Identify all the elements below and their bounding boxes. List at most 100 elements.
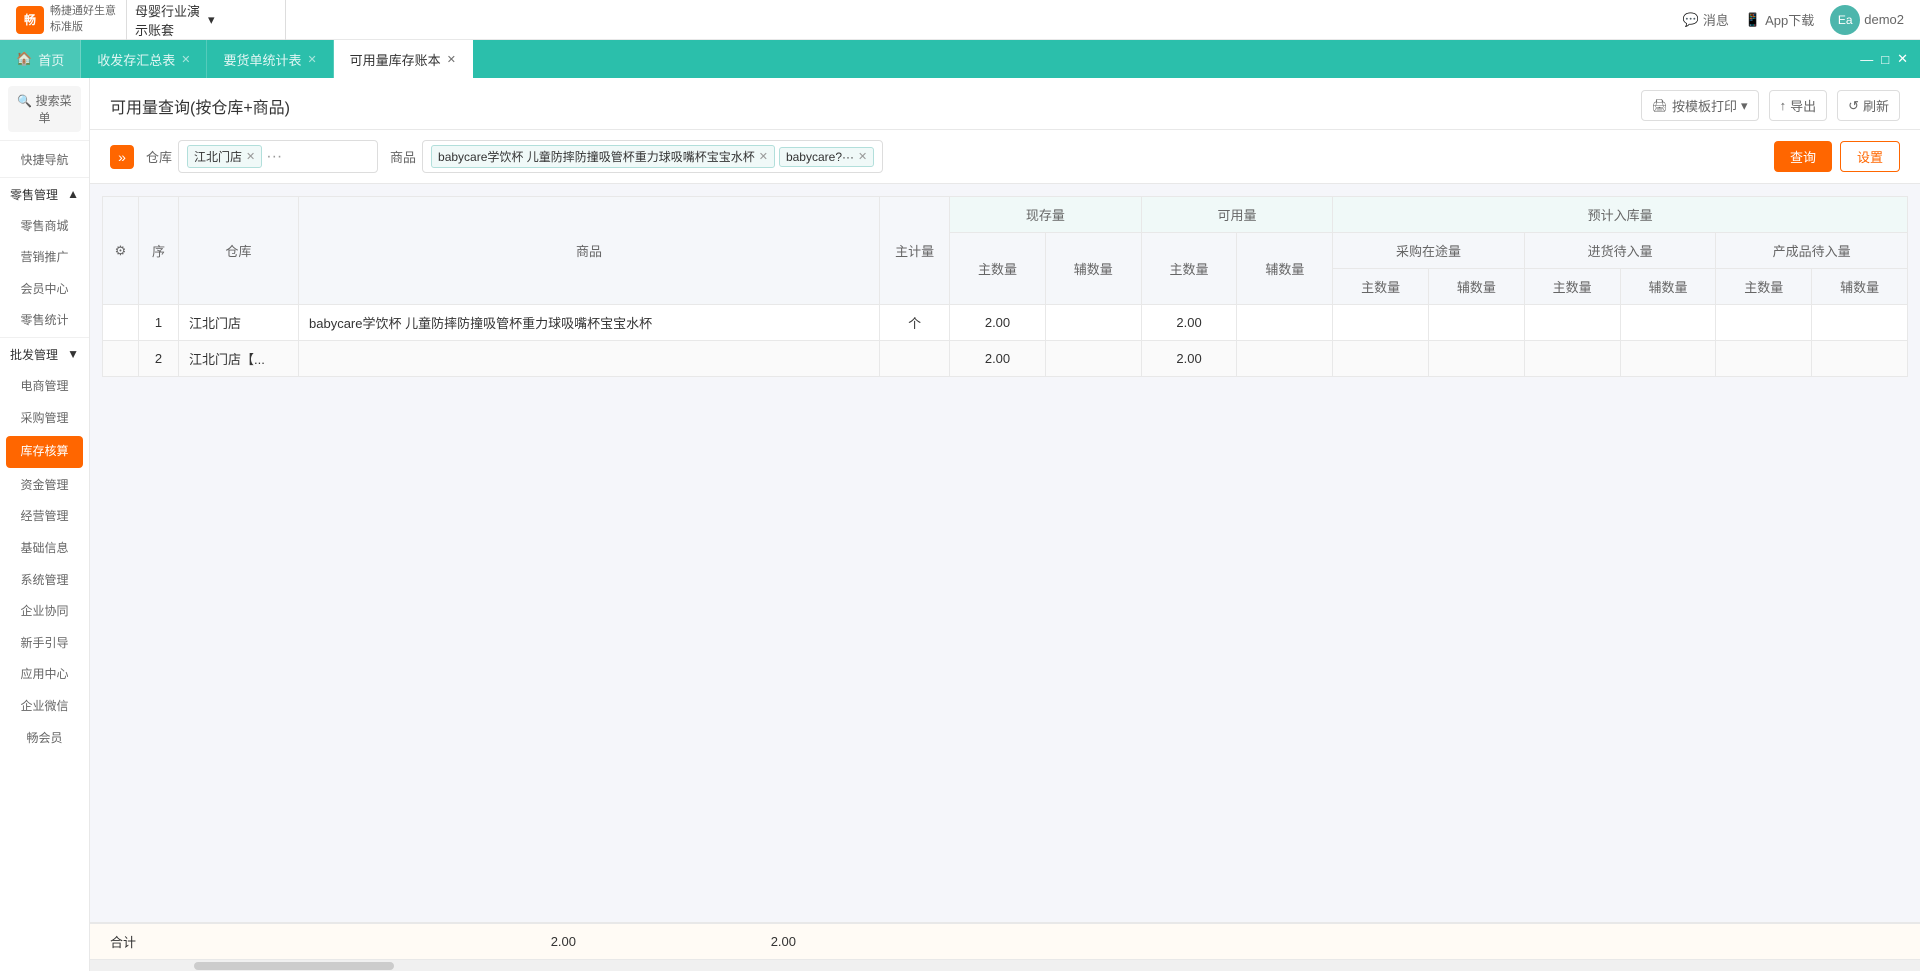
query-btn[interactable]: 查询	[1774, 141, 1832, 172]
table-row: 1 江北门店 babycare学饮杯 儿童防摔防撞吸管杯重力球吸嘴杯宝宝水杯 个…	[103, 305, 1908, 341]
tab-available-stock-label: 可用量库存账本	[350, 50, 441, 69]
tab-available-stock[interactable]: 可用量库存账本 ✕	[334, 40, 473, 78]
filter-actions: 查询 设置	[1774, 141, 1900, 172]
product-tag-2-value: babycare?···	[786, 150, 854, 164]
warehouse-tag: 江北门店 ✕	[187, 145, 262, 168]
col-inbound-aux: 辅数量	[1620, 269, 1716, 305]
product-tag-1: babycare学饮杯 儿童防摔防撞吸管杯重力球吸嘴杯宝宝水杯 ✕	[431, 145, 775, 168]
footer-current-total: 2.00	[476, 934, 576, 949]
chevron-down-icon2: ▼	[67, 347, 79, 361]
logo-area: 畅 畅捷通好生意 标准版	[16, 4, 116, 35]
col-current-main-header: 主数量	[950, 233, 1046, 305]
row1-available-main: 2.00	[1141, 305, 1237, 341]
chevron-down-icon: ▾	[208, 12, 277, 28]
sidebar-item-finance[interactable]: 资金管理	[0, 470, 89, 502]
col-purchase-transit-main: 主数量	[1333, 269, 1429, 305]
product-tag-1-remove[interactable]: ✕	[759, 150, 768, 163]
settings-btn[interactable]: 设置	[1840, 141, 1900, 172]
company-name: 母婴行业演示账套	[135, 1, 204, 39]
table-container: ⚙ 序 仓库 商品 主计量 现存量 可用量 预计入库量 主数量 辅数量 主数量	[90, 184, 1920, 922]
sidebar-item-marketing[interactable]: 营销推广	[0, 242, 89, 274]
top-bar: 畅 畅捷通好生意 标准版 母婴行业演示账套 ▾ 💬 消息 📱 App下载 Ea …	[0, 0, 1920, 40]
sidebar-item-retail-mall[interactable]: 零售商城	[0, 211, 89, 243]
tab-order-stats[interactable]: 要货单统计表 ✕	[207, 40, 333, 78]
scroll-bar-thumb[interactable]	[194, 962, 394, 970]
export-label: 导出	[1790, 96, 1816, 115]
sidebar-nav: 快捷导航 零售管理 ▲ 零售商城 营销推广 会员中心 零售统计 批发管理 ▼ 电…	[0, 141, 89, 758]
app-download-btn[interactable]: 📱 App下载	[1745, 10, 1814, 29]
tab-order-stats-close[interactable]: ✕	[307, 53, 316, 66]
maximize-btn[interactable]: □	[1881, 52, 1889, 67]
search-menu-btn[interactable]: 🔍 搜索菜单	[8, 86, 81, 132]
logo-abbr: 畅	[24, 11, 36, 28]
message-label: 消息	[1703, 10, 1729, 29]
download-icon: 📱	[1745, 12, 1761, 28]
print-btn[interactable]: 🖨 按模板打印 ▾	[1641, 90, 1759, 121]
chevron-up-icon: ▲	[67, 187, 79, 201]
user-name: demo2	[1864, 12, 1904, 27]
row2-settings	[103, 341, 139, 377]
logo-icon: 畅	[16, 6, 44, 34]
sidebar-item-enterprise-wechat[interactable]: 企业微信	[0, 691, 89, 723]
row2-available-main: 2.00	[1141, 341, 1237, 377]
col-forecast-header: 预计入库量	[1333, 197, 1908, 233]
page-header: 可用量查询(按仓库+商品) 🖨 按模板打印 ▾ ↑ 导出 ↺ 刷新	[90, 78, 1920, 130]
sidebar-item-retail-stats[interactable]: 零售统计	[0, 305, 89, 337]
sidebar-item-sys-mgmt[interactable]: 系统管理	[0, 565, 89, 597]
message-btn[interactable]: 💬 消息	[1683, 10, 1729, 29]
col-product-pending-header: 产成品待入量	[1716, 233, 1908, 269]
scroll-bar-area	[90, 959, 1920, 971]
sidebar-item-purchase[interactable]: 采购管理	[0, 403, 89, 435]
expand-icon: »	[118, 149, 126, 165]
logo-text: 畅捷通好生意 标准版	[50, 4, 116, 35]
print-label: 按模板打印	[1672, 96, 1737, 115]
export-btn[interactable]: ↑ 导出	[1769, 90, 1828, 121]
minimize-btn[interactable]: —	[1860, 52, 1873, 67]
col-inbound-main: 主数量	[1524, 269, 1620, 305]
row2-ib-aux	[1620, 341, 1716, 377]
table-header-row-1: ⚙ 序 仓库 商品 主计量 现存量 可用量 预计入库量	[103, 197, 1908, 233]
close-btn-nav[interactable]: ✕	[1897, 51, 1908, 67]
user-profile[interactable]: Ea demo2	[1830, 5, 1904, 35]
col-unit-header: 主计量	[880, 197, 950, 305]
sidebar-item-app-center[interactable]: 应用中心	[0, 659, 89, 691]
col-settings-header[interactable]: ⚙	[103, 197, 139, 305]
product-filter-group: 商品 babycare学饮杯 儿童防摔防撞吸管杯重力球吸嘴杯宝宝水杯 ✕ bab…	[390, 140, 883, 173]
sidebar-item-basic-info[interactable]: 基础信息	[0, 533, 89, 565]
col-purchase-transit-aux: 辅数量	[1429, 269, 1525, 305]
tab-available-stock-close[interactable]: ✕	[447, 53, 456, 66]
col-current-stock-header: 现存量	[950, 197, 1142, 233]
sidebar-item-pro-member[interactable]: 畅会员	[0, 723, 89, 755]
warehouse-tag-remove[interactable]: ✕	[246, 150, 255, 163]
tab-home[interactable]: 🏠 首页	[0, 40, 81, 78]
sidebar-item-ecommerce[interactable]: 电商管理	[0, 371, 89, 403]
sidebar-item-quick-nav[interactable]: 快捷导航	[0, 145, 89, 177]
company-selector[interactable]: 母婴行业演示账套 ▾	[126, 0, 286, 44]
refresh-btn[interactable]: ↺ 刷新	[1837, 90, 1900, 121]
col-purchase-transit-header: 采购在途量	[1333, 233, 1525, 269]
row1-ib-aux	[1620, 305, 1716, 341]
table-body: 1 江北门店 babycare学饮杯 儿童防摔防撞吸管杯重力球吸嘴杯宝宝水杯 个…	[103, 305, 1908, 377]
row2-pp-aux	[1812, 341, 1908, 377]
product-tag-2-remove[interactable]: ✕	[858, 150, 867, 163]
footer-label: 合计	[110, 932, 136, 951]
sidebar-item-new-guide[interactable]: 新手引导	[0, 628, 89, 660]
sidebar-item-retail-mgmt[interactable]: 零售管理 ▲	[0, 178, 89, 211]
sidebar-item-ops[interactable]: 经营管理	[0, 501, 89, 533]
warehouse-tag-value: 江北门店	[194, 148, 242, 165]
product-input[interactable]: babycare学饮杯 儿童防摔防撞吸管杯重力球吸嘴杯宝宝水杯 ✕ babyca…	[422, 140, 883, 173]
sidebar-item-member-center[interactable]: 会员中心	[0, 274, 89, 306]
warehouse-input[interactable]: 江北门店 ✕ ···	[178, 140, 378, 173]
filter-expand-btn[interactable]: »	[110, 145, 134, 169]
col-warehouse-header: 仓库	[179, 197, 299, 305]
sidebar-item-enterprise-collab[interactable]: 企业协同	[0, 596, 89, 628]
sidebar-item-wholesale-mgmt[interactable]: 批发管理 ▼	[0, 338, 89, 371]
row1-pp-main	[1716, 305, 1812, 341]
tab-receive-summary-close[interactable]: ✕	[181, 53, 190, 66]
tab-receive-summary[interactable]: 收发存汇总表 ✕	[81, 40, 207, 78]
retail-mgmt-label: 零售管理	[10, 186, 58, 203]
sidebar-section-retail: 零售管理 ▲	[0, 177, 89, 211]
sidebar-item-inventory-check[interactable]: 库存核算	[6, 436, 83, 468]
row2-available-aux	[1237, 341, 1333, 377]
warehouse-filter-group: 仓库 江北门店 ✕ ···	[146, 140, 378, 173]
